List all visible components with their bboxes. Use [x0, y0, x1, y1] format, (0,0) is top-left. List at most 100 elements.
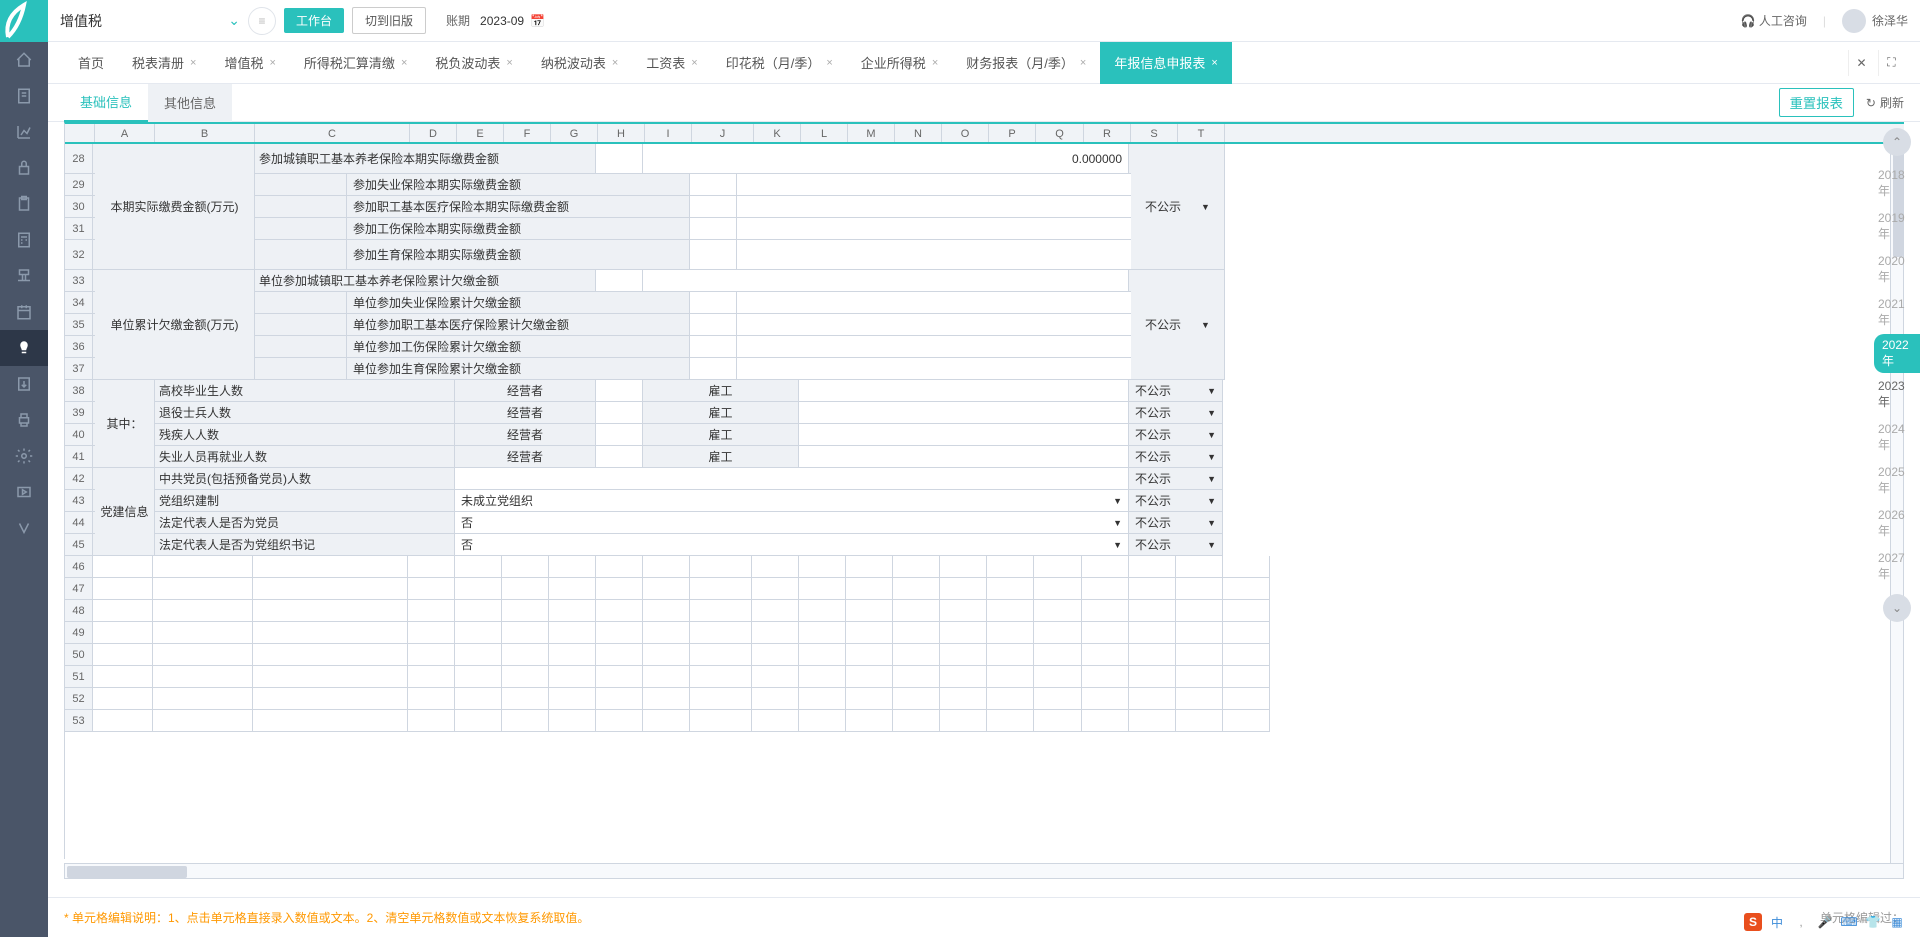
row-header[interactable]: 48 [65, 600, 93, 622]
cell[interactable]: 雇工 [643, 380, 799, 402]
nav-video[interactable] [0, 474, 48, 510]
col-A[interactable]: A [95, 124, 155, 144]
calendar-icon[interactable]: 📅 [530, 14, 545, 28]
row-header[interactable]: 28 [65, 144, 93, 174]
cell[interactable] [690, 218, 737, 240]
nav-settings[interactable] [0, 438, 48, 474]
row-header[interactable]: 51 [65, 666, 93, 688]
cell[interactable]: 不公示▼ [1129, 534, 1223, 556]
cell[interactable] [596, 270, 643, 292]
merged-cell[interactable]: 本期实际缴费金额(万元) [95, 144, 255, 270]
nav-calendar[interactable] [0, 294, 48, 330]
tab-close-all[interactable]: ✕ [1848, 50, 1874, 76]
nav-calc[interactable] [0, 222, 48, 258]
row-header[interactable]: 41 [65, 446, 93, 468]
cell[interactable] [690, 358, 737, 380]
year-2022年[interactable]: 2022年 [1874, 334, 1920, 373]
nav-stamp[interactable] [0, 258, 48, 294]
cell[interactable]: 雇工 [643, 446, 799, 468]
year-2026年[interactable]: 2026年 [1874, 502, 1920, 545]
cell[interactable]: 参加生育保险本期实际缴费金额 [347, 240, 690, 270]
merged-cell[interactable]: 单位累计欠缴金额(万元) [95, 270, 255, 380]
module-dropdown[interactable]: 增值税 ⌄ [60, 11, 240, 31]
cell[interactable]: 0.000000 [643, 144, 1129, 174]
switch-version-button[interactable]: 切到旧版 [352, 7, 426, 34]
col-T[interactable]: T [1178, 124, 1225, 144]
cell[interactable] [596, 144, 643, 174]
row-header[interactable]: 45 [65, 534, 93, 556]
col-P[interactable]: P [989, 124, 1036, 144]
cell[interactable]: 经营者 [455, 446, 596, 468]
cell[interactable]: 参加失业保险本期实际缴费金额 [347, 174, 690, 196]
close-icon[interactable]: × [612, 57, 618, 69]
row-header[interactable]: 36 [65, 336, 93, 358]
cell[interactable] [596, 424, 643, 446]
row-header[interactable]: 32 [65, 240, 93, 270]
tab-年报信息申报表[interactable]: 年报信息申报表× [1100, 42, 1231, 84]
tab-expand[interactable]: ⛶ [1878, 50, 1904, 76]
nav-chart[interactable] [0, 114, 48, 150]
cell[interactable]: 法定代表人是否为党组织书记 [153, 534, 455, 556]
year-2018年[interactable]: 2018年 [1874, 162, 1920, 205]
cell[interactable]: 单位参加生育保险累计欠缴金额 [347, 358, 690, 380]
cell[interactable] [690, 196, 737, 218]
cell[interactable] [596, 446, 643, 468]
cell[interactable] [799, 446, 1129, 468]
tab-税表清册[interactable]: 税表清册× [118, 42, 210, 84]
ime-grid-icon[interactable]: ▦ [1888, 913, 1906, 931]
cell[interactable] [799, 424, 1129, 446]
ime-skin-icon[interactable]: 👕 [1864, 913, 1882, 931]
col-S[interactable]: S [1131, 124, 1178, 144]
cell[interactable]: 不公示▼ [1129, 468, 1223, 490]
col-Q[interactable]: Q [1036, 124, 1084, 144]
col-J[interactable]: J [692, 124, 754, 144]
row-header[interactable]: 44 [65, 512, 93, 534]
cell[interactable] [799, 380, 1129, 402]
cell[interactable]: 残疾人人数 [153, 424, 455, 446]
cell[interactable]: 不公示▼ [1129, 512, 1223, 534]
year-down[interactable]: ⌄ [1883, 594, 1911, 622]
cell[interactable] [596, 380, 643, 402]
nav-doc[interactable] [0, 78, 48, 114]
close-icon[interactable]: × [932, 57, 938, 69]
tab-企业所得税[interactable]: 企业所得税× [847, 42, 952, 84]
cell[interactable] [690, 240, 737, 270]
period-value[interactable]: 2023-09 [480, 14, 524, 28]
close-icon[interactable]: × [190, 57, 196, 69]
close-icon[interactable]: × [269, 57, 275, 69]
year-2025年[interactable]: 2025年 [1874, 459, 1920, 502]
nav-export[interactable] [0, 366, 48, 402]
cell[interactable]: 中共党员(包括预备党员)人数 [153, 468, 455, 490]
cell[interactable] [799, 402, 1129, 424]
close-icon[interactable]: × [506, 57, 512, 69]
ime-keyboard-icon[interactable]: ⌨ [1840, 913, 1858, 931]
nav-v[interactable] [0, 510, 48, 546]
col-G[interactable]: G [551, 124, 598, 144]
reset-button[interactable]: 重置报表 [1779, 88, 1854, 117]
merged-cell[interactable]: 党建信息 [95, 468, 155, 556]
cell[interactable]: 失业人员再就业人数 [153, 446, 455, 468]
cell[interactable]: 不公示▼ [1129, 446, 1223, 468]
cell[interactable]: 单位参加职工基本医疗保险累计欠缴金额 [347, 314, 690, 336]
row-header[interactable]: 37 [65, 358, 93, 380]
col-D[interactable]: D [410, 124, 457, 144]
nav-clipboard[interactable] [0, 186, 48, 222]
cell[interactable] [596, 402, 643, 424]
cell[interactable] [690, 314, 737, 336]
tab-纳税波动表[interactable]: 纳税波动表× [527, 42, 632, 84]
refresh-button[interactable]: ↻ 刷新 [1866, 94, 1904, 111]
cell[interactable]: 参加工伤保险本期实际缴费金额 [347, 218, 690, 240]
cell[interactable]: 不公示▼ [1129, 490, 1223, 512]
cell[interactable]: 参加职工基本医疗保险本期实际缴费金额 [347, 196, 690, 218]
col-C[interactable]: C [255, 124, 410, 144]
year-2023年[interactable]: 2023年 [1874, 373, 1920, 416]
tab-税负波动表[interactable]: 税负波动表× [421, 42, 526, 84]
cell[interactable]: 党组织建制 [153, 490, 455, 512]
cell[interactable]: 经营者 [455, 380, 596, 402]
tab-所得税汇算清缴[interactable]: 所得税汇算清缴× [290, 42, 421, 84]
ime-sogou-icon[interactable]: S [1744, 913, 1762, 931]
year-up[interactable]: ⌃ [1883, 128, 1911, 156]
cell[interactable]: 否▼ [455, 534, 1129, 556]
col-N[interactable]: N [895, 124, 942, 144]
user-menu[interactable]: 徐泽华 [1842, 9, 1908, 33]
